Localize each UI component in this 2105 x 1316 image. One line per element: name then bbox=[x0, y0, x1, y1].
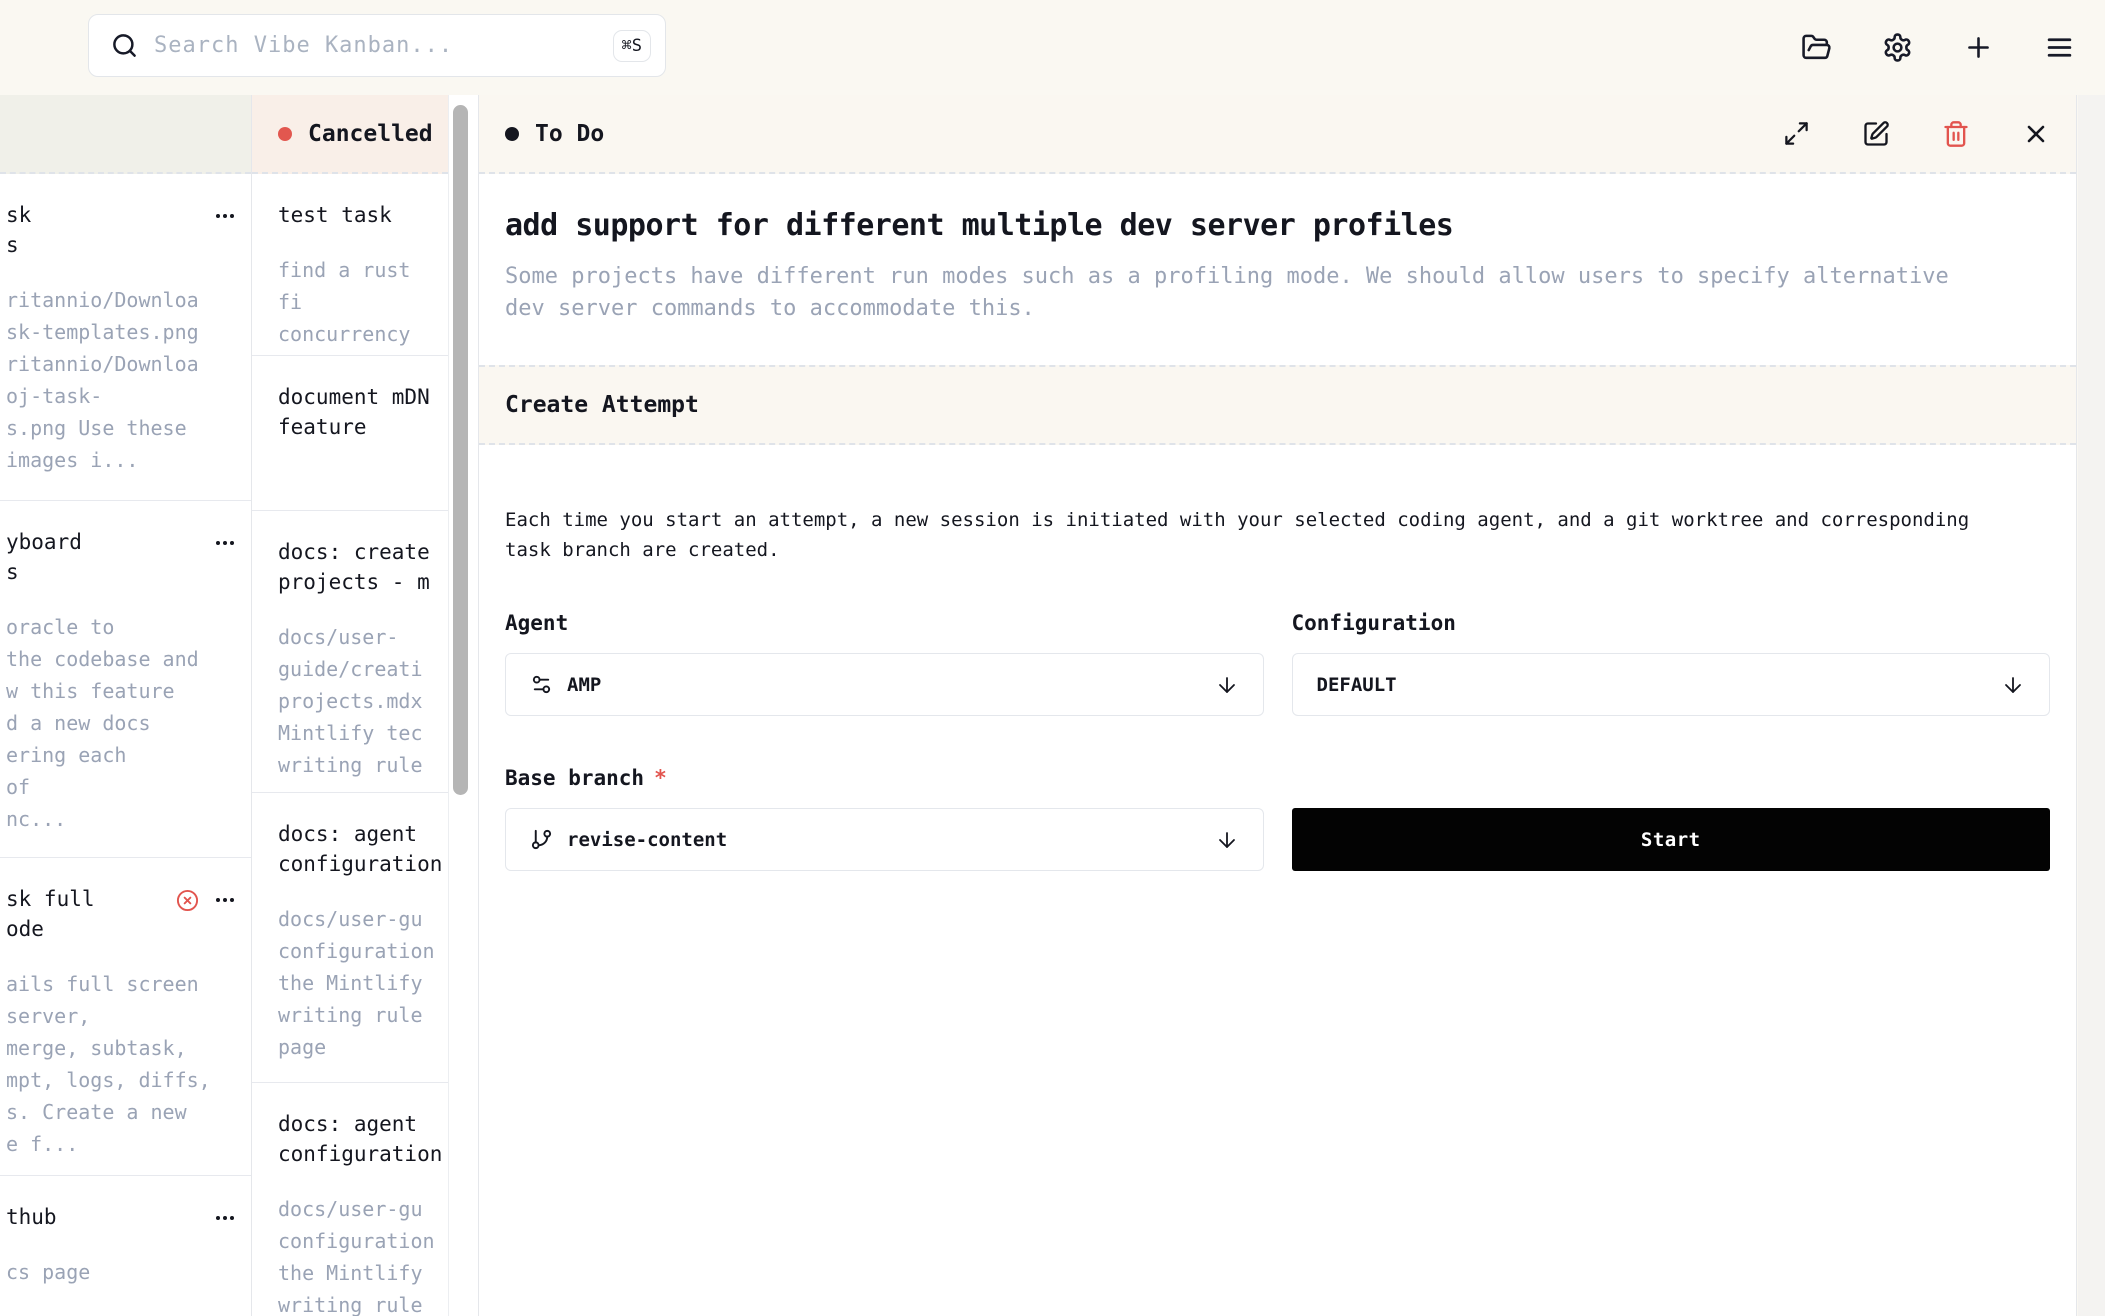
board-scrollbar-thumb[interactable] bbox=[453, 105, 468, 795]
configuration-select[interactable]: DEFAULT bbox=[1291, 653, 2050, 716]
kanban-column-left: sk s ritannio/Downloa sk-templates.png r… bbox=[0, 95, 252, 1316]
create-attempt-info: Each time you start an attempt, a new se… bbox=[505, 509, 1970, 561]
task-card-description: ritannio/Downloa sk-templates.png ritann… bbox=[6, 288, 199, 472]
task-detail-panel: To Do add support for different multiple… bbox=[478, 95, 2077, 1316]
card-menu-button[interactable] bbox=[213, 1206, 237, 1230]
task-card-title: sk full ode bbox=[6, 887, 95, 941]
task-card[interactable]: sk full ode ails full screen server, mer… bbox=[0, 858, 251, 1176]
agent-label: Agent bbox=[505, 611, 569, 635]
create-attempt-section-header: Create Attempt bbox=[479, 365, 2076, 445]
task-card-description: docs/user-gu configuration the Mintlify … bbox=[278, 1197, 435, 1316]
trash-icon bbox=[1942, 120, 1970, 148]
folder-open-icon bbox=[1801, 32, 1832, 63]
task-card-title: sk s bbox=[6, 203, 32, 257]
card-menu-button[interactable] bbox=[213, 204, 237, 228]
task-card[interactable]: docs: agent configuration docs/user-gu c… bbox=[252, 1083, 448, 1316]
task-card-title: docs: agent configuration bbox=[278, 1112, 443, 1166]
hamburger-menu-icon bbox=[2044, 32, 2075, 63]
configuration-selected-value: DEFAULT bbox=[1316, 673, 1397, 696]
column-header-cancelled: Cancelled bbox=[252, 95, 448, 174]
panel-scroll-gutter[interactable] bbox=[2078, 95, 2105, 1316]
base-branch-label: Base branch bbox=[505, 766, 645, 790]
task-card-title: test task bbox=[278, 203, 392, 227]
start-field: Start bbox=[1291, 808, 2050, 871]
task-detail-header: To Do bbox=[479, 95, 2076, 174]
ellipsis-icon bbox=[213, 888, 237, 912]
open-project-button[interactable] bbox=[1801, 32, 1832, 63]
arrow-down-icon bbox=[1215, 673, 1239, 697]
task-card[interactable]: test task find a rust fi concurrency bbox=[252, 174, 448, 356]
topbar-actions bbox=[1801, 0, 2075, 95]
task-card[interactable]: sk s ritannio/Downloa sk-templates.png r… bbox=[0, 174, 251, 501]
task-card-description: oracle to the codebase and w this featur… bbox=[6, 615, 199, 831]
task-status-label: To Do bbox=[535, 120, 605, 147]
cancelled-status-dot-icon bbox=[278, 126, 292, 141]
add-task-button[interactable] bbox=[1963, 32, 1994, 63]
create-attempt-heading: Create Attempt bbox=[505, 392, 699, 418]
task-card[interactable]: docs: agent configuration docs/user-gu c… bbox=[252, 793, 448, 1083]
card-menu-button[interactable] bbox=[213, 531, 237, 555]
task-card-title: yboard s bbox=[6, 530, 82, 584]
close-panel-button[interactable] bbox=[2022, 120, 2050, 148]
plus-icon bbox=[1963, 32, 1994, 63]
sliders-icon bbox=[530, 673, 553, 696]
card-menu-button[interactable] bbox=[213, 888, 237, 912]
kanban-column-cancelled: Cancelled test task find a rust fi concu… bbox=[252, 95, 449, 1316]
search-icon bbox=[111, 32, 138, 59]
git-branch-icon bbox=[530, 828, 553, 851]
task-summary: add support for different multiple dev s… bbox=[479, 174, 2076, 365]
configuration-field: Configuration DEFAULT bbox=[1291, 611, 2050, 716]
task-card-description: find a rust fi concurrency bbox=[278, 258, 411, 346]
required-asterisk: * bbox=[654, 766, 667, 790]
column-header bbox=[0, 95, 251, 174]
task-card[interactable]: yboard s oracle to the codebase and w th… bbox=[0, 501, 251, 858]
search-shortcut-badge: ⌘S bbox=[612, 29, 651, 62]
gear-icon bbox=[1882, 32, 1913, 63]
base-branch-select[interactable]: revise-content bbox=[505, 808, 1264, 871]
task-card-description: cs page bbox=[6, 1260, 91, 1284]
start-button[interactable]: Start bbox=[1291, 808, 2050, 871]
task-card[interactable]: docs: create projects - m docs/user- gui… bbox=[252, 511, 448, 793]
task-card-title: document mDN feature bbox=[278, 385, 430, 439]
kanban-board: sk s ritannio/Downloa sk-templates.png r… bbox=[0, 95, 478, 1316]
ellipsis-icon bbox=[213, 531, 237, 555]
board-scrollbar[interactable] bbox=[449, 95, 478, 1316]
close-icon bbox=[2022, 120, 2050, 148]
task-card-description: docs/user-gu configuration the Mintlify … bbox=[278, 907, 435, 1059]
task-title: add support for different multiple dev s… bbox=[505, 208, 1454, 243]
task-card-title: docs: agent configuration bbox=[278, 822, 443, 876]
topbar: ⌘S bbox=[0, 0, 2105, 95]
task-card[interactable]: document mDN feature bbox=[252, 356, 448, 511]
base-branch-field: Base branch * revise-content bbox=[505, 766, 1264, 871]
task-card-description: docs/user- guide/creati projects.mdx Min… bbox=[278, 625, 423, 792]
configuration-label: Configuration bbox=[1291, 611, 1456, 635]
search-box[interactable]: ⌘S bbox=[88, 14, 666, 77]
task-card-title: docs: create projects - m bbox=[278, 540, 430, 594]
expand-panel-button[interactable] bbox=[1783, 120, 1810, 147]
arrow-down-icon bbox=[1215, 828, 1239, 852]
todo-status-dot-icon bbox=[505, 126, 519, 141]
ellipsis-icon bbox=[213, 204, 237, 228]
agent-field: Agent AMP bbox=[505, 611, 1264, 716]
task-card-title: thub bbox=[6, 1205, 57, 1229]
expand-icon bbox=[1783, 120, 1810, 147]
base-branch-selected-value: revise-content bbox=[567, 828, 728, 851]
agent-selected-value: AMP bbox=[567, 673, 602, 696]
edit-pencil-icon bbox=[1862, 120, 1890, 148]
delete-task-button[interactable] bbox=[1942, 120, 1970, 148]
search-input[interactable] bbox=[154, 33, 597, 58]
task-card[interactable]: thub cs page bbox=[0, 1176, 251, 1316]
arrow-down-icon bbox=[2001, 673, 2025, 697]
error-circle-x-icon bbox=[176, 889, 199, 912]
menu-button[interactable] bbox=[2044, 32, 2075, 63]
column-header-label: Cancelled bbox=[308, 120, 433, 147]
settings-button[interactable] bbox=[1882, 32, 1913, 63]
create-attempt-form: Each time you start an attempt, a new se… bbox=[479, 445, 2076, 871]
agent-select[interactable]: AMP bbox=[505, 653, 1264, 716]
ellipsis-icon bbox=[213, 1206, 237, 1230]
task-card-description: ails full screen server, merge, subtask,… bbox=[6, 972, 211, 1156]
edit-task-button[interactable] bbox=[1862, 120, 1890, 148]
task-description: Some projects have different run modes s… bbox=[505, 264, 1949, 321]
